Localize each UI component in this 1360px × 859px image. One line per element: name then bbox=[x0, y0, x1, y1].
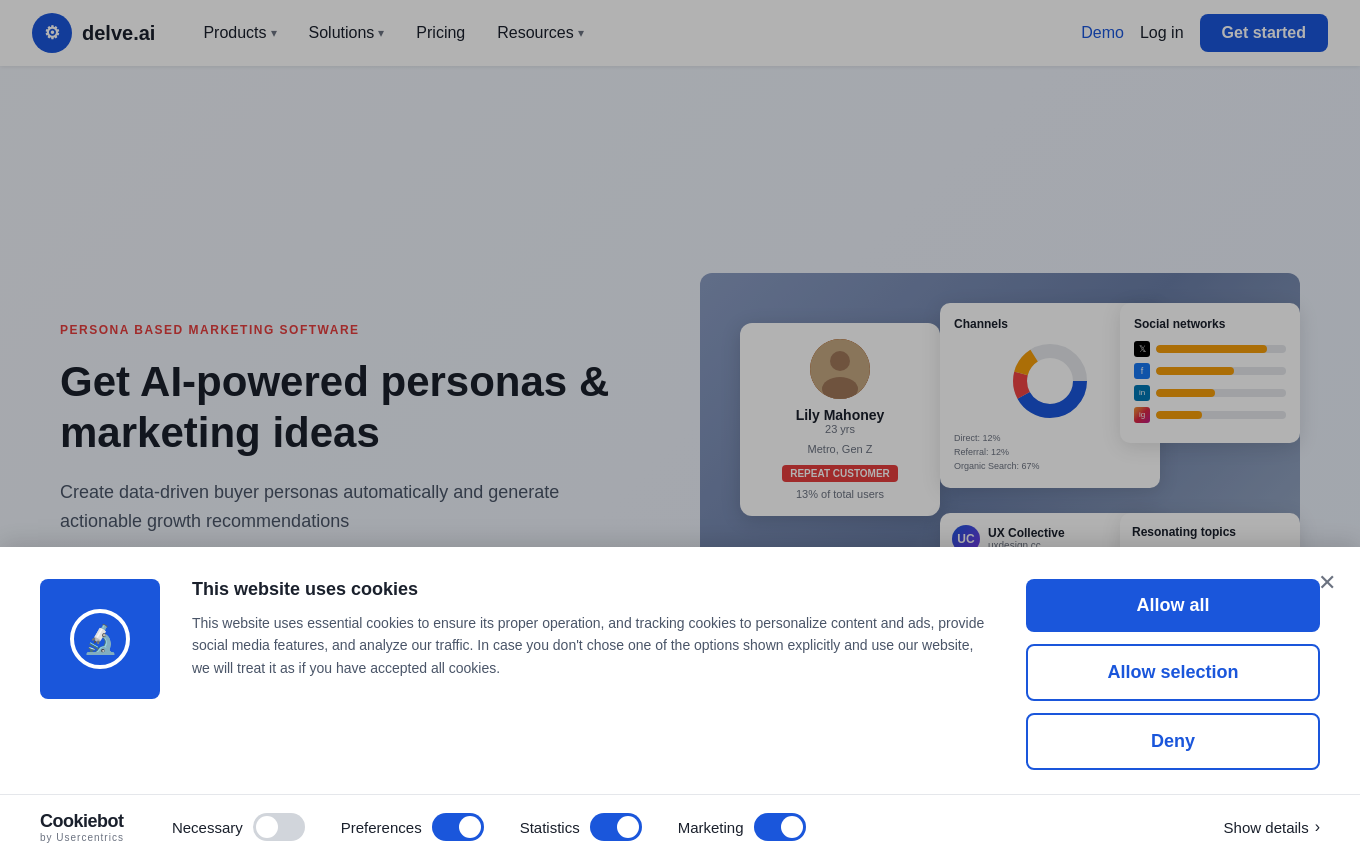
cookie-body: This website uses essential cookies to e… bbox=[192, 612, 994, 679]
allow-selection-button[interactable]: Allow selection bbox=[1026, 644, 1320, 701]
cookiebot-sub: by Usercentrics bbox=[40, 832, 124, 843]
cookiebot-name: Cookiebot bbox=[40, 811, 124, 832]
cookie-close-button[interactable]: ✕ bbox=[1318, 570, 1336, 596]
chevron-right-icon: › bbox=[1315, 818, 1320, 836]
cookie-title: This website uses cookies bbox=[192, 579, 994, 600]
toggle-statistics-label: Statistics bbox=[520, 819, 580, 836]
toggle-marketing-label: Marketing bbox=[678, 819, 744, 836]
show-details-text: Show details bbox=[1224, 819, 1309, 836]
toggle-marketing: Marketing bbox=[678, 813, 806, 841]
cookie-overlay: ✕ 🔬 This website uses cookies This websi… bbox=[0, 0, 1360, 859]
deny-button[interactable]: Deny bbox=[1026, 713, 1320, 770]
show-details-link[interactable]: Show details › bbox=[1224, 818, 1320, 836]
cookie-toggles: Necessary Preferences Statistics bbox=[172, 813, 1176, 841]
cookie-actions: Allow all Allow selection Deny bbox=[1026, 579, 1320, 770]
toggle-marketing-switch[interactable] bbox=[754, 813, 806, 841]
toggle-preferences-label: Preferences bbox=[341, 819, 422, 836]
toggle-statistics: Statistics bbox=[520, 813, 642, 841]
toggle-preferences-switch[interactable] bbox=[432, 813, 484, 841]
cookie-icon-wrap: 🔬 bbox=[40, 579, 160, 699]
toggle-statistics-switch[interactable] bbox=[590, 813, 642, 841]
cookie-microscope-icon: 🔬 bbox=[70, 609, 130, 669]
toggle-necessary-label: Necessary bbox=[172, 819, 243, 836]
toggle-necessary-switch[interactable] bbox=[253, 813, 305, 841]
cookie-bottom: Cookiebot by Usercentrics Necessary Pref… bbox=[0, 794, 1360, 859]
allow-all-button[interactable]: Allow all bbox=[1026, 579, 1320, 632]
toggle-preferences: Preferences bbox=[341, 813, 484, 841]
cookie-banner: ✕ 🔬 This website uses cookies This websi… bbox=[0, 547, 1360, 859]
toggle-necessary: Necessary bbox=[172, 813, 305, 841]
cookiebot-logo: Cookiebot by Usercentrics bbox=[40, 811, 124, 843]
cookie-text: This website uses cookies This website u… bbox=[192, 579, 994, 679]
